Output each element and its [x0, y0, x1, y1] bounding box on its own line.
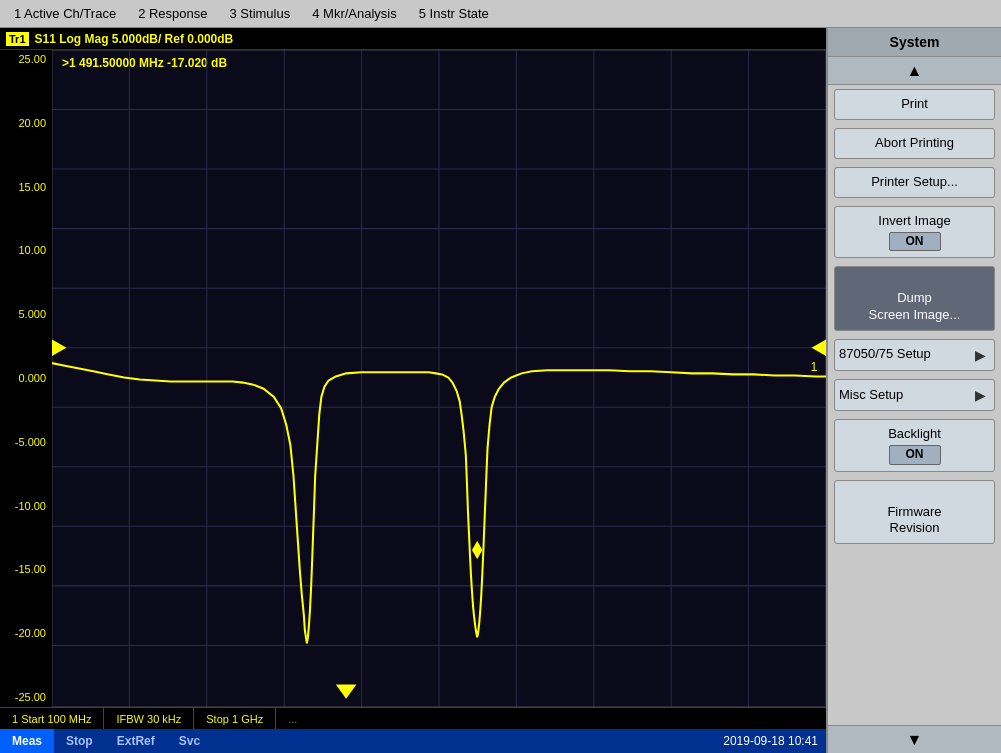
status-meas-button[interactable]: Meas	[0, 729, 54, 753]
chart-container: Tr1 S11 Log Mag 5.000dB/ Ref 0.000dB 25.…	[0, 28, 826, 753]
svg-marker-23	[472, 541, 482, 559]
abort-printing-button[interactable]: Abort Printing	[834, 128, 995, 159]
plot-area: 25.00 20.00 15.00 10.00 5.000 0.000 -5.0…	[0, 50, 826, 707]
trace-label: Tr1	[6, 32, 29, 46]
trace-header: Tr1 S11 Log Mag 5.000dB/ Ref 0.000dB	[0, 28, 826, 50]
chart-svg: 1	[52, 50, 826, 707]
print-label: Print	[901, 96, 928, 111]
y-label-2: 15.00	[2, 182, 50, 193]
invert-image-label: Invert Image	[878, 213, 950, 230]
87050-setup-button[interactable]: 87050/75 Setup ▶	[834, 339, 995, 371]
misc-setup-button[interactable]: Misc Setup ▶	[834, 379, 995, 411]
panel-scroll-down-button[interactable]: ▼	[828, 725, 1001, 753]
status-stop-button[interactable]: Stop	[54, 729, 105, 753]
abort-printing-label: Abort Printing	[875, 135, 954, 150]
menu-response[interactable]: 2 Response	[128, 4, 217, 23]
firmware-revision-label: Firmware Revision	[887, 504, 941, 536]
ifbw: IFBW 30 kHz	[104, 708, 194, 729]
printer-setup-button[interactable]: Printer Setup...	[834, 167, 995, 198]
overload-indicator: ...	[276, 708, 309, 729]
right-panel: System ▲ Print Abort Printing Printer Se…	[826, 28, 1001, 753]
svg-marker-22	[336, 684, 357, 698]
backlight-button[interactable]: Backlight ON	[834, 419, 995, 471]
y-label-3: 10.00	[2, 245, 50, 256]
87050-setup-label: 87050/75 Setup	[839, 346, 931, 363]
y-label-5: 0.000	[2, 373, 50, 384]
top-menu-bar: 1 Active Ch/Trace 2 Response 3 Stimulus …	[0, 0, 1001, 28]
backlight-sub: ON	[889, 445, 941, 465]
panel-title: System	[828, 28, 1001, 57]
y-label-6: -5.000	[2, 437, 50, 448]
firmware-revision-button[interactable]: Firmware Revision	[834, 480, 995, 545]
y-label-4: 5.000	[2, 309, 50, 320]
backlight-label: Backlight	[888, 426, 941, 443]
dump-screen-label: Dump Screen Image...	[869, 290, 961, 322]
status-bar: Meas Stop ExtRef Svc 2019-09-18 10:41	[0, 729, 826, 753]
y-label-10: -25.00	[2, 692, 50, 703]
printer-setup-label: Printer Setup...	[871, 174, 958, 189]
misc-setup-label: Misc Setup	[839, 387, 903, 404]
chevron-right-icon-2: ▶	[975, 386, 986, 404]
bottom-status-bar: 1 Start 100 MHz IFBW 30 kHz Stop 1 GHz .…	[0, 707, 826, 729]
status-svc-button[interactable]: Svc	[167, 729, 212, 753]
chevron-down-icon: ▼	[907, 731, 923, 749]
status-time: 2019-09-18 10:41	[723, 734, 826, 748]
trace-info: S11 Log Mag 5.000dB/ Ref 0.000dB	[35, 32, 234, 46]
start-freq: 1 Start 100 MHz	[0, 708, 104, 729]
invert-image-sub: ON	[889, 232, 941, 252]
menu-mkr-analysis[interactable]: 4 Mkr/Analysis	[302, 4, 407, 23]
main-area: Tr1 S11 Log Mag 5.000dB/ Ref 0.000dB 25.…	[0, 28, 1001, 753]
y-label-8: -15.00	[2, 564, 50, 575]
menu-instr-state[interactable]: 5 Instr State	[409, 4, 499, 23]
chevron-right-icon: ▶	[975, 346, 986, 364]
svg-marker-20	[52, 339, 66, 355]
svg-text:1: 1	[811, 360, 818, 374]
y-label-7: -10.00	[2, 501, 50, 512]
print-button[interactable]: Print	[834, 89, 995, 120]
y-label-9: -20.00	[2, 628, 50, 639]
panel-scroll-up-button[interactable]: ▲	[828, 57, 1001, 85]
chevron-up-icon: ▲	[907, 62, 923, 80]
menu-stimulus[interactable]: 3 Stimulus	[220, 4, 301, 23]
stop-freq: Stop 1 GHz	[194, 708, 276, 729]
y-axis: 25.00 20.00 15.00 10.00 5.000 0.000 -5.0…	[0, 50, 52, 707]
menu-active-ch-trace[interactable]: 1 Active Ch/Trace	[4, 4, 126, 23]
y-label-1: 20.00	[2, 118, 50, 129]
invert-image-button[interactable]: Invert Image ON	[834, 206, 995, 258]
status-extref-button[interactable]: ExtRef	[105, 729, 167, 753]
dump-screen-button[interactable]: Dump Screen Image...	[834, 266, 995, 331]
grid-area: >1 491.50000 MHz -17.020 dB	[52, 50, 826, 707]
svg-marker-21	[812, 339, 826, 355]
y-label-0: 25.00	[2, 54, 50, 65]
